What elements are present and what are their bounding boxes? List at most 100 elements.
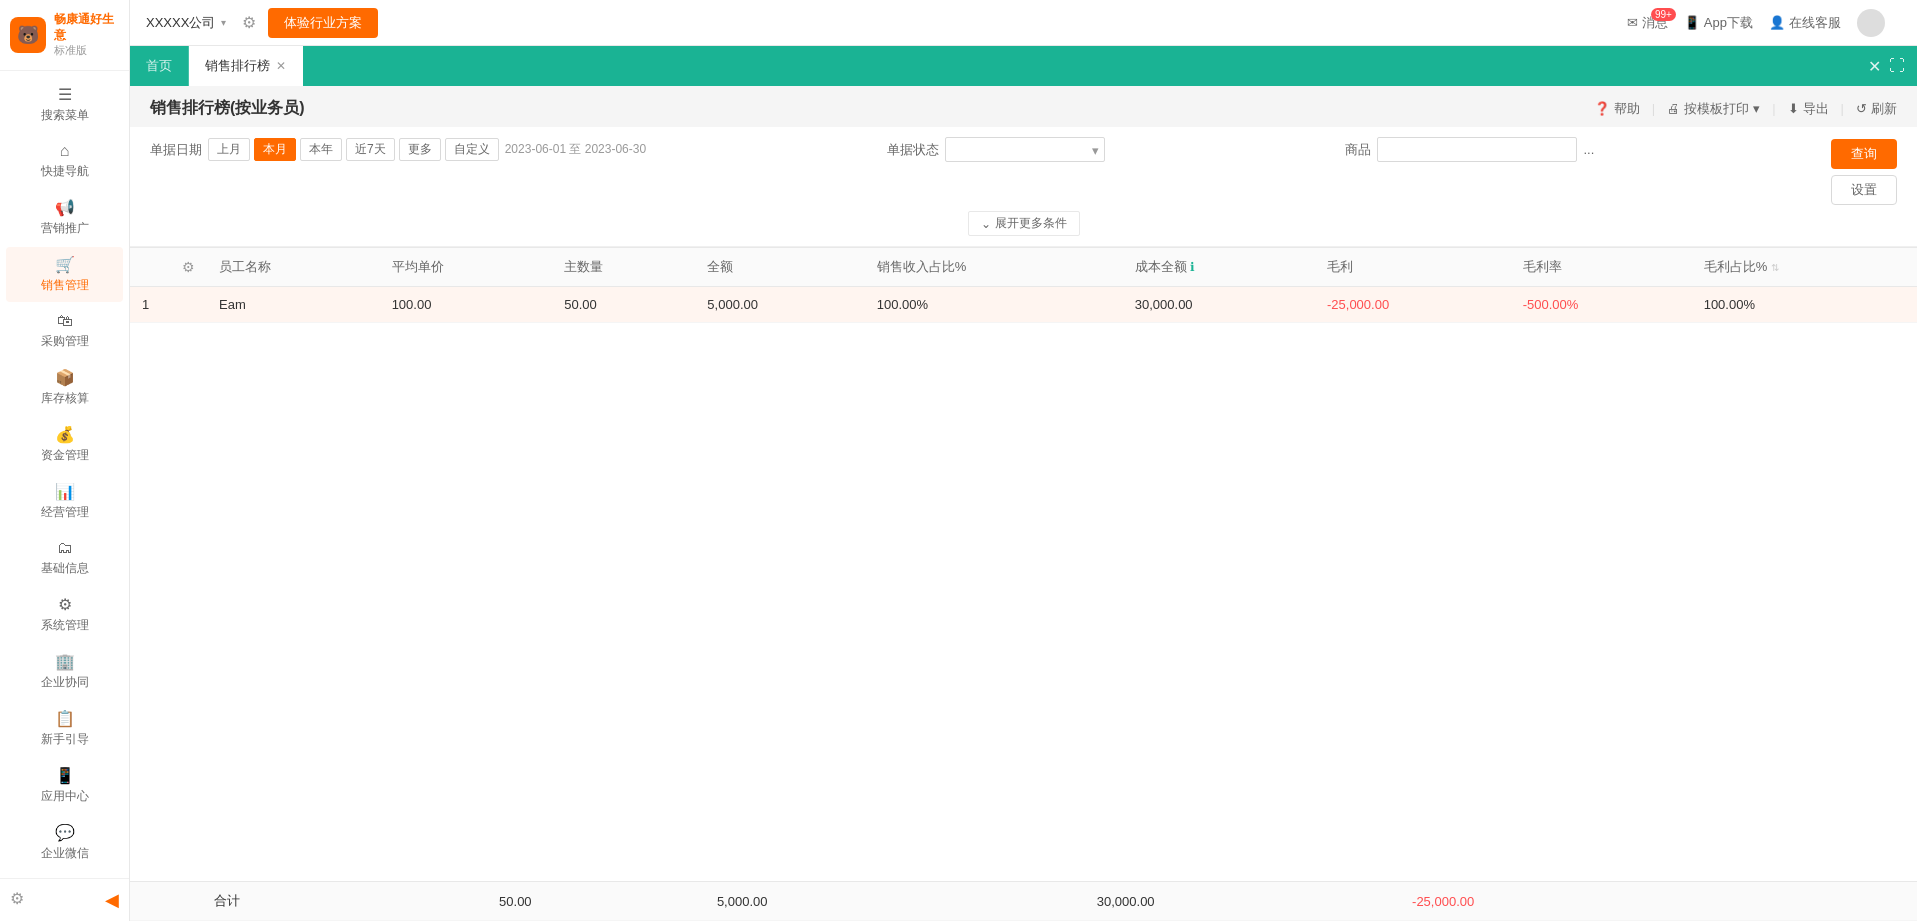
app-label: App下载 [1704,14,1753,32]
tab-close-icon[interactable]: ✕ [276,59,286,73]
page-content: 销售排行榜(按业务员) ❓ 帮助 | 🖨 按模板打印 ▾ | ⬇ 导出 | [130,86,1917,921]
sidebar-item-operations[interactable]: 📊 经营管理 [6,474,123,529]
status-select[interactable] [945,137,1105,162]
sidebar-icon-marketing: 📢 [55,198,75,217]
export-label: 导出 [1803,100,1829,118]
th-sales-pct: 销售收入占比% [865,248,1123,287]
table-footer: 合计 50.00 5,000.00 30,000.00 -25,000.00 [130,881,1917,921]
sidebar: 🐻 畅康通好生意 标准版 ☰ 搜索菜单 ⌂ 快捷导航 📢 营销推广 🛒 销售管理… [0,0,130,921]
sidebar-icon-guide: 📋 [55,709,75,728]
tab-home-label: 首页 [146,57,172,75]
tab-sales-ranking-label: 销售排行榜 [205,57,270,75]
sidebar-item-marketing[interactable]: 📢 营销推广 [6,190,123,245]
sidebar-icon-enterprise-wechat: 💬 [55,823,75,842]
expand-conditions-btn[interactable]: ⌄ 展开更多条件 [968,211,1080,236]
table-header-row: ⚙ 员工名称 平均单价 主数量 全额 销售收入占比% 成本全额 ℹ 毛利 毛利率 [130,248,1917,287]
sidebar-label-base-info: 基础信息 [41,560,89,577]
row-main-qty: 50.00 [552,287,695,323]
avatar[interactable] [1857,9,1885,37]
sidebar-item-guide[interactable]: 📋 新手引导 [6,701,123,756]
tab-home[interactable]: 首页 [130,46,189,86]
tabbar-actions: ✕ ⛶ [1868,57,1917,76]
message-btn[interactable]: ✉ 消息 99+ [1627,14,1668,32]
row-cost-amount: 30,000.00 [1123,287,1315,323]
collapse-icon[interactable]: ◀ [105,889,119,911]
sidebar-item-base-info[interactable]: 🗂 基础信息 [6,531,123,585]
footer-main-qty: 50.00 [487,882,705,921]
tab-close-window-icon[interactable]: ✕ [1868,57,1881,76]
th-employee: 员工名称 [207,248,380,287]
sidebar-item-enterprise[interactable]: 🏢 企业协同 [6,644,123,699]
company-name: XXXXX公司 [146,14,215,32]
cost-help-icon[interactable]: ℹ [1190,260,1195,274]
date-range-display: 2023-06-01 至 2023-06-30 [505,141,646,158]
page-actions: ❓ 帮助 | 🖨 按模板打印 ▾ | ⬇ 导出 | ↺ 刷新 [1594,100,1897,118]
th-main-qty: 主数量 [552,248,695,287]
row-amount: 5,000.00 [695,287,864,323]
sidebar-label-sales: 销售管理 [41,277,89,294]
company-dropdown-icon: ▾ [221,17,226,28]
sidebar-item-enterprise-wechat[interactable]: 💬 企业微信 [6,815,123,870]
service-btn[interactable]: 👤 在线客服 [1769,14,1841,32]
period-btn-more[interactable]: 更多 [399,138,441,161]
sidebar-item-search-order[interactable]: ☰ 搜索菜单 [6,77,123,132]
row-index: 1 [130,287,170,323]
footer-gross-profit: -25,000.00 [1400,882,1732,921]
sidebar-item-finance[interactable]: 💰 资金管理 [6,417,123,472]
gross-sort-icon[interactable]: ⇅ [1771,262,1779,273]
logo-area: 🐻 畅康通好生意 标准版 [0,0,129,71]
sidebar-item-system[interactable]: ⚙ 系统管理 [6,587,123,642]
tab-sales-ranking[interactable]: 销售排行榜 ✕ [189,46,303,86]
app-download-btn[interactable]: 📱 App下载 [1684,14,1753,32]
refresh-label: 刷新 [1871,100,1897,118]
sidebar-icon-operations: 📊 [55,482,75,501]
export-btn[interactable]: ⬇ 导出 [1788,100,1829,118]
data-table-container: ⚙ 员工名称 平均单价 主数量 全额 销售收入占比% 成本全额 ℹ 毛利 毛利率 [130,247,1917,881]
sidebar-label-system: 系统管理 [41,617,89,634]
sidebar-label-quick-nav: 快捷导航 [41,163,89,180]
period-btn-7days[interactable]: 近7天 [346,138,395,161]
settings-icon[interactable]: ⚙ [10,889,24,911]
sidebar-item-inventory[interactable]: 📦 库存核算 [6,360,123,415]
sidebar-label-purchase: 采购管理 [41,333,89,350]
sidebar-icon-search-order: ☰ [58,85,72,104]
topbar-gear-icon[interactable]: ⚙ [242,13,256,32]
sidebar-icon-quick-nav: ⌂ [60,142,70,160]
table-row: 1 Eam 100.00 50.00 5,000.00 100.00% 30,0… [130,287,1917,323]
service-label: 在线客服 [1789,14,1841,32]
sidebar-item-quick-nav[interactable]: ⌂ 快捷导航 [6,134,123,188]
period-btn-this-year[interactable]: 本年 [300,138,342,161]
export-icon: ⬇ [1788,101,1799,116]
refresh-icon: ↺ [1856,101,1867,116]
main-area: XXXXX公司 ▾ ⚙ 体验行业方案 ✉ 消息 99+ 📱 App下载 👤 在线… [130,0,1917,921]
sidebar-item-app-center[interactable]: 📱 应用中心 [6,758,123,813]
sidebar-label-enterprise: 企业协同 [41,674,89,691]
template-print-btn[interactable]: 🖨 按模板打印 ▾ [1667,100,1760,118]
goods-input[interactable] [1377,137,1577,162]
help-link[interactable]: ❓ 帮助 [1594,100,1640,118]
message-icon: ✉ [1627,15,1638,30]
period-btn-last-month[interactable]: 上月 [208,138,250,161]
tabbar: 首页 销售排行榜 ✕ ✕ ⛶ [130,46,1917,86]
app-icon: 📱 [1684,15,1700,30]
status-label: 单据状态 [887,141,939,159]
more-filter-btn[interactable]: ... [1583,142,1594,157]
query-btn[interactable]: 查询 [1831,139,1897,169]
th-gross-rate: 毛利率 [1511,248,1692,287]
period-btn-custom[interactable]: 自定义 [445,138,499,161]
tab-expand-icon[interactable]: ⛶ [1889,57,1905,75]
refresh-btn[interactable]: ↺ 刷新 [1856,100,1897,118]
print-icon: 🖨 [1667,101,1680,116]
help-label: 帮助 [1614,100,1640,118]
sidebar-item-purchase[interactable]: 🛍 采购管理 [6,304,123,358]
settings-btn[interactable]: 设置 [1831,175,1897,205]
sidebar-icon-base-info: 🗂 [57,539,73,557]
company-selector[interactable]: XXXXX公司 ▾ [146,14,226,32]
sidebar-item-sales[interactable]: 🛒 销售管理 [6,247,123,302]
row-avg-price: 100.00 [380,287,553,323]
column-settings-icon[interactable]: ⚙ [182,259,195,275]
footer-table: 合计 50.00 5,000.00 30,000.00 -25,000.00 [130,882,1917,921]
period-btn-this-month[interactable]: 本月 [254,138,296,161]
industry-btn[interactable]: 体验行业方案 [268,8,378,38]
footer-amount: 5,000.00 [705,882,992,921]
